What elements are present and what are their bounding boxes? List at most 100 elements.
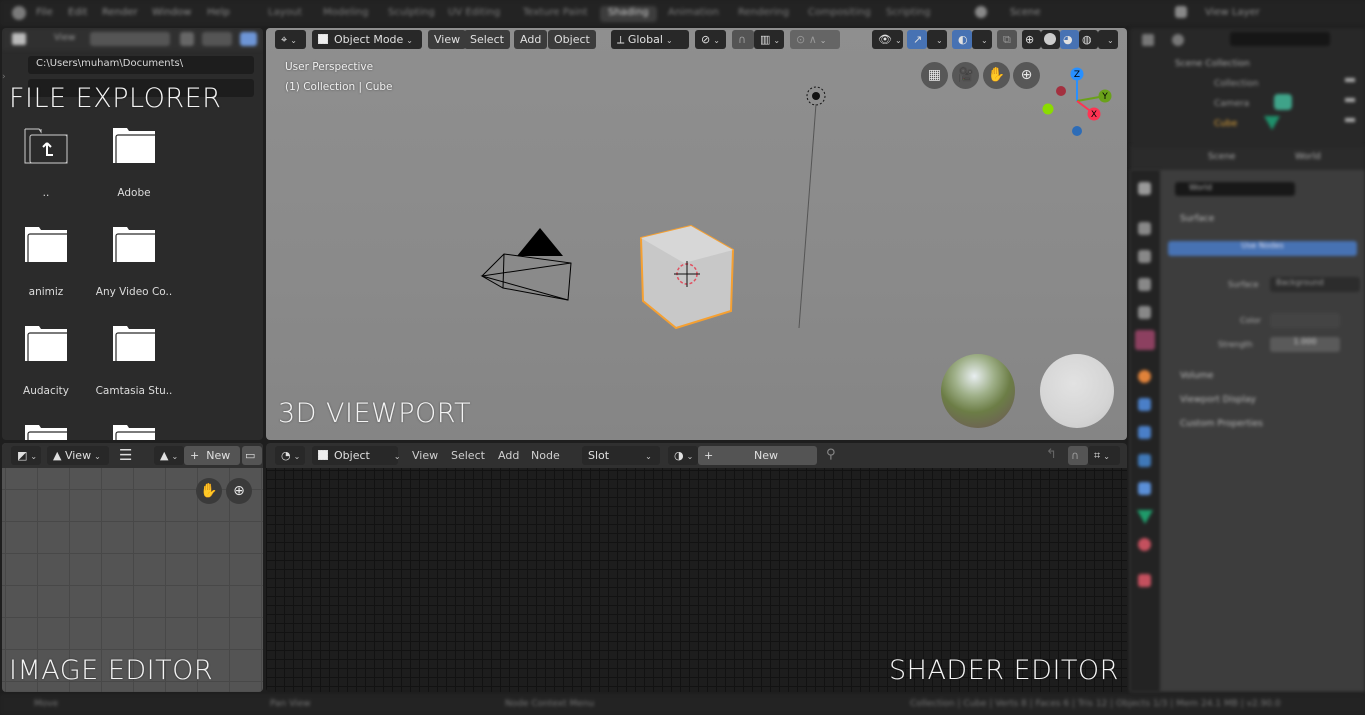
texture-tab-icon[interactable] xyxy=(1138,574,1151,587)
section-custom-properties[interactable]: Custom Properties xyxy=(1180,419,1263,429)
pin-icon[interactable]: ⚲ xyxy=(826,447,836,462)
image-editor-panel[interactable]: ◩ ⌄ ▲ View ⌄ ☰ ▲ ⌄ + New ▭ ✋ ⊕ IMAGE EDITOR xyxy=(2,443,263,692)
outliner-scene-collection[interactable]: Scene Collection xyxy=(1175,59,1250,69)
world-tab-icon[interactable] xyxy=(1135,330,1155,350)
blender-logo-icon[interactable] xyxy=(12,6,26,20)
render-tab-icon[interactable] xyxy=(1138,222,1151,235)
light-object[interactable] xyxy=(798,86,826,329)
shader-menu-view[interactable]: View xyxy=(412,449,438,462)
tab-animation[interactable]: Animation xyxy=(660,6,727,22)
view-layer-name[interactable]: View Layer xyxy=(1205,7,1260,18)
tab-texture-paint[interactable]: Texture Paint xyxy=(515,6,596,22)
shader-menu-node[interactable]: Node xyxy=(531,449,560,462)
parent-node-tree-icon[interactable]: ↰ xyxy=(1046,447,1057,462)
image-browse-button[interactable]: ▲ ⌄ xyxy=(154,446,184,465)
hamburger-menu-icon[interactable]: ☰ xyxy=(119,446,132,464)
tab-sculpting[interactable]: Sculpting xyxy=(380,6,443,22)
particles-tab-icon[interactable] xyxy=(1138,426,1151,439)
plus-icon: + xyxy=(190,449,200,462)
constraints-tab-icon[interactable] xyxy=(1138,482,1151,495)
scene-name[interactable]: Scene xyxy=(1010,7,1041,18)
filter-toggle[interactable] xyxy=(240,32,257,46)
surface-shader-select[interactable]: Background xyxy=(1270,277,1360,292)
tab-rendering[interactable]: Rendering xyxy=(730,6,797,22)
properties-tab-world[interactable]: World xyxy=(1295,152,1321,162)
cube-object[interactable] xyxy=(639,224,735,330)
node-editor-icon: ◔ xyxy=(281,449,291,462)
section-viewport-display[interactable]: Viewport Display xyxy=(1180,395,1256,405)
editor-type-button[interactable]: ◩ ⌄ xyxy=(11,446,41,465)
folder-item[interactable] xyxy=(94,422,174,440)
output-tab-icon[interactable] xyxy=(1138,250,1151,263)
data-tab-icon[interactable] xyxy=(1137,510,1153,524)
snap-mode-select[interactable]: ⌗ ⌄ xyxy=(1088,446,1120,465)
modifier-tab-icon[interactable] xyxy=(1138,398,1151,411)
display-mode-icon[interactable] xyxy=(1142,34,1154,46)
editor-type-icon[interactable] xyxy=(12,33,26,45)
scene-tab-icon[interactable] xyxy=(1138,306,1151,319)
outliner-row[interactable]: Cube xyxy=(1214,119,1237,129)
tab-modeling[interactable]: Modeling xyxy=(315,6,377,22)
scene-icon[interactable] xyxy=(975,6,987,18)
material-slot-select[interactable]: Slot ⌄ xyxy=(582,446,660,465)
view-layer-tab-icon[interactable] xyxy=(1138,278,1151,291)
visibility-icons[interactable] xyxy=(1345,78,1355,138)
outliner-row[interactable]: Camera xyxy=(1214,99,1249,109)
physics-tab-icon[interactable] xyxy=(1138,454,1151,467)
display-mode-buttons[interactable] xyxy=(202,32,232,46)
menu-render[interactable]: Render xyxy=(102,7,138,18)
editor-type-button[interactable]: ◔ ⌄ xyxy=(275,446,305,465)
zoom-view-button[interactable]: ⊕ xyxy=(226,478,252,504)
open-image-button[interactable]: ▭ xyxy=(242,446,262,465)
shader-editor-panel[interactable]: ◔ ⌄ Object ⌄ View Select Add Node Slot ⌄ ◑ ⌄… xyxy=(266,443,1127,692)
color-swatch[interactable] xyxy=(1270,313,1340,328)
tab-shading[interactable]: Shading xyxy=(600,6,657,22)
shader-menu-select[interactable]: Select xyxy=(451,449,485,462)
folder-item[interactable]: Any Video Co.. xyxy=(94,224,174,314)
tab-compositing[interactable]: Compositing xyxy=(800,6,879,22)
nav-buttons[interactable] xyxy=(90,32,170,46)
world-selector[interactable]: World xyxy=(1175,182,1295,196)
folder-item[interactable]: Camtasia Stu.. xyxy=(94,323,174,413)
tab-scripting[interactable]: Scripting xyxy=(878,6,938,22)
section-surface[interactable]: Surface xyxy=(1180,214,1214,224)
use-nodes-button[interactable]: Use Nodes xyxy=(1168,241,1357,256)
folder-item[interactable]: animiz xyxy=(6,224,86,314)
pan-view-button[interactable]: ✋ xyxy=(196,478,222,504)
menu-file[interactable]: File xyxy=(36,7,53,18)
strength-field[interactable]: 1.000 xyxy=(1270,337,1340,352)
outliner-row[interactable]: Collection xyxy=(1214,79,1259,89)
folder-icon xyxy=(113,326,155,361)
hand-icon: ✋ xyxy=(200,483,218,499)
properties-tab-scene[interactable]: Scene xyxy=(1208,152,1235,162)
directory-path-input[interactable]: C:\Users\muham\Documents\ xyxy=(28,56,254,74)
folder-item[interactable]: Audacity xyxy=(6,323,86,413)
shader-menu-add[interactable]: Add xyxy=(498,449,519,462)
object-tab-icon[interactable] xyxy=(1138,370,1151,383)
folder-item[interactable] xyxy=(6,422,86,440)
menu-edit[interactable]: Edit xyxy=(68,7,87,18)
shader-type-select[interactable]: Object ⌄ xyxy=(312,446,401,465)
tab-layout[interactable]: Layout xyxy=(260,6,310,22)
filter-icon[interactable] xyxy=(1172,34,1184,46)
new-folder-icon[interactable] xyxy=(180,32,194,46)
material-tab-icon[interactable] xyxy=(1138,538,1151,551)
new-material-button[interactable]: + New xyxy=(698,446,817,465)
material-browse-button[interactable]: ◑ ⌄ xyxy=(668,446,698,465)
parent-directory-item[interactable]: .. xyxy=(6,125,86,215)
menu-help[interactable]: Help xyxy=(207,7,230,18)
3d-viewport[interactable]: ⌖ ⌄ Object Mode ⌄ View Select Add Object ⟂… xyxy=(266,28,1127,440)
folder-item[interactable]: Adobe xyxy=(94,125,174,215)
expand-left-icon[interactable]: › xyxy=(2,72,6,82)
section-volume[interactable]: Volume xyxy=(1180,371,1213,381)
tool-tab-icon[interactable] xyxy=(1138,182,1151,195)
snap-toggle[interactable]: ∩ xyxy=(1068,446,1088,465)
image-view-mode-select[interactable]: ▲ View ⌄ xyxy=(47,446,109,465)
new-image-button[interactable]: + New xyxy=(184,446,240,465)
fe-view-menu[interactable]: View xyxy=(54,33,75,43)
tab-uv-editing[interactable]: UV Editing xyxy=(440,6,508,22)
menu-window[interactable]: Window xyxy=(152,7,191,18)
camera-object[interactable] xyxy=(480,228,572,301)
view-layer-icon[interactable] xyxy=(1175,6,1187,18)
outliner-search-input[interactable] xyxy=(1230,32,1330,46)
